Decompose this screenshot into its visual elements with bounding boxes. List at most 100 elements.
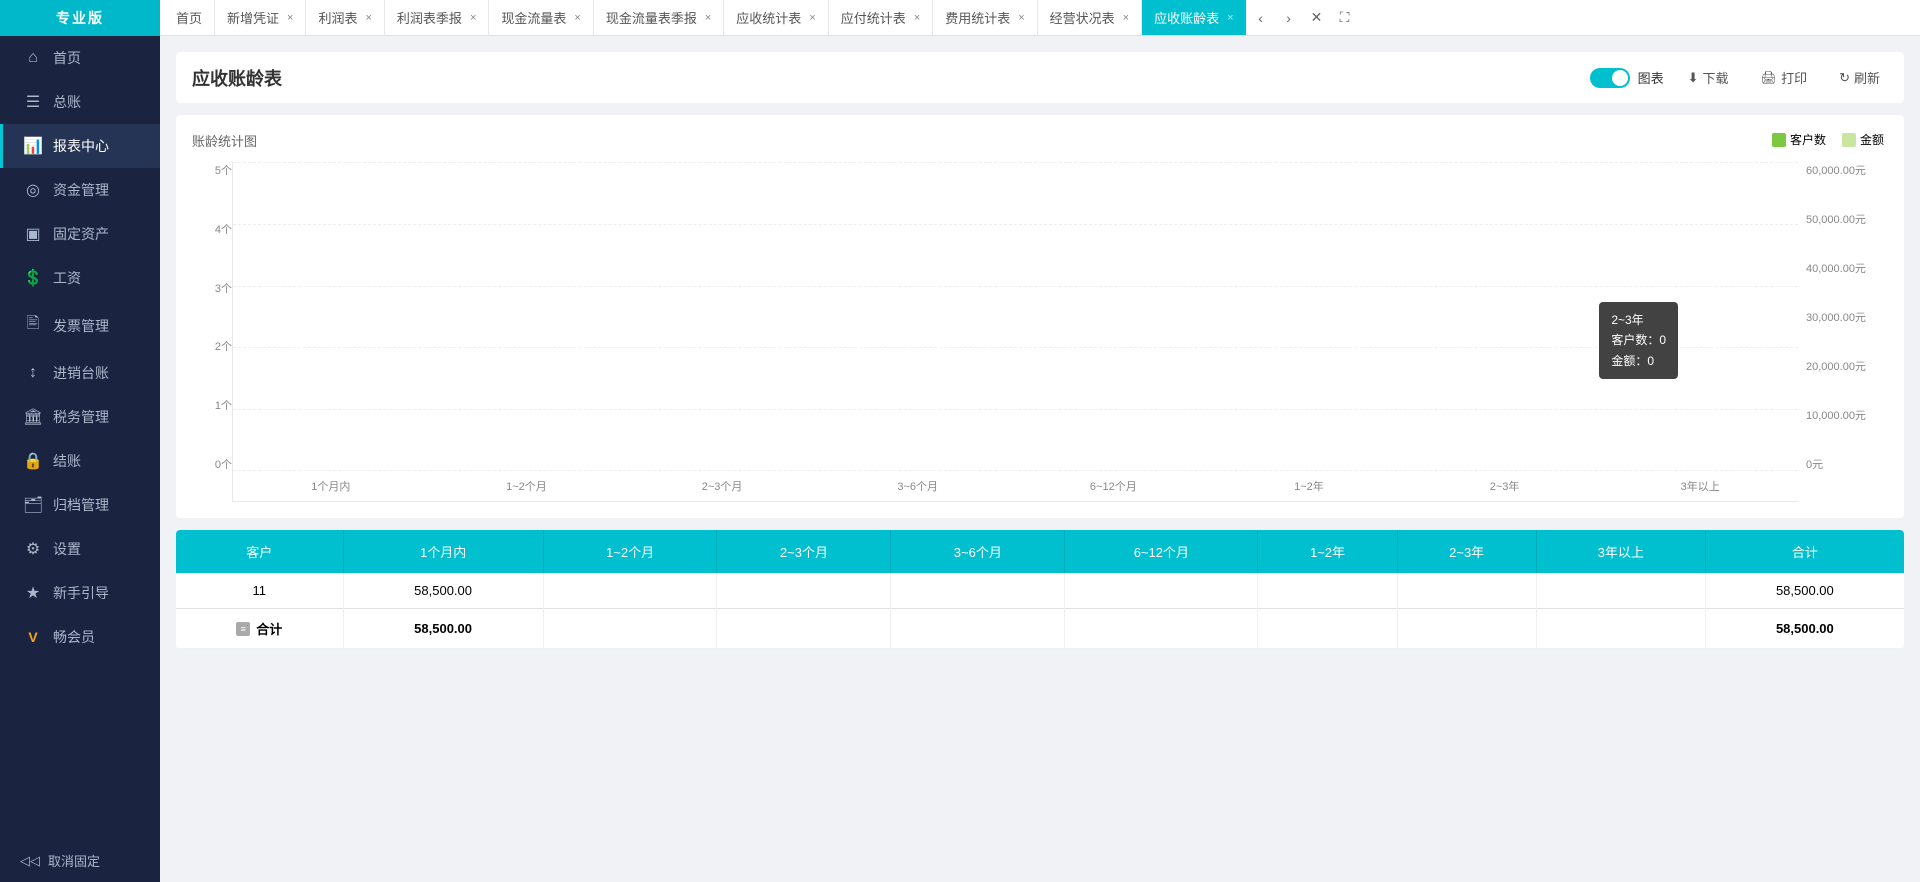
- sidebar-item-fixed[interactable]: ▣ 固定资产: [0, 212, 160, 256]
- sidebar-item-invoice[interactable]: 🖹 发票管理: [0, 300, 160, 351]
- total-m12: [543, 609, 717, 649]
- legend-customers-color: [1772, 133, 1786, 147]
- tab-profit-close[interactable]: ×: [365, 12, 371, 24]
- x-label-4: 6~12个月: [1016, 471, 1212, 501]
- print-button[interactable]: 🖨 打印: [1753, 64, 1816, 91]
- tab-close-all-button[interactable]: ✕: [1303, 4, 1331, 32]
- tab-ar-aging[interactable]: 应收账龄表 ×: [1142, 0, 1246, 36]
- tab-profit-q-close[interactable]: ×: [470, 12, 476, 24]
- settings-icon: ⚙: [23, 539, 43, 559]
- sidebar-item-label: 税务管理: [53, 407, 109, 427]
- sidebar-item-member[interactable]: V 畅会员: [0, 615, 160, 659]
- closing-icon: 🔒: [23, 451, 43, 471]
- refresh-label: 刷新: [1854, 68, 1880, 87]
- sidebar-item-salary[interactable]: 💲 工资: [0, 256, 160, 300]
- sidebar-item-capital[interactable]: ◎ 资金管理: [0, 168, 160, 212]
- total-y23: [1397, 609, 1536, 649]
- invoice-icon: 🖹: [23, 312, 43, 339]
- tab-business-close[interactable]: ×: [1123, 12, 1129, 24]
- sidebar-item-sales[interactable]: ↕ 进销台账: [0, 351, 160, 395]
- refresh-button[interactable]: ↻ 刷新: [1831, 64, 1888, 91]
- chart-plot-area: 1个月内 1~2个月 2~3个月 3~6个月 6~12个月 1~2年 2~3年 …: [232, 162, 1798, 502]
- tab-profit-q[interactable]: 利润表季报 ×: [385, 0, 489, 36]
- main-area: 首页 新增凭证 × 利润表 × 利润表季报 × 现金流量表 × 现金流量表季报 …: [160, 0, 1920, 882]
- tab-expense-close[interactable]: ×: [1018, 12, 1024, 24]
- tab-profit[interactable]: 利润表 ×: [306, 0, 384, 36]
- tab-ar-stat[interactable]: 应收统计表 ×: [724, 0, 828, 36]
- bars-container: [233, 162, 1798, 471]
- header-actions: 图表 ⬇ 下载 🖨 打印 ↻ 刷新: [1590, 64, 1888, 91]
- sidebar-item-label: 设置: [53, 539, 81, 559]
- legend-customers: 客户数: [1772, 131, 1826, 148]
- legend-amount-label: 金额: [1860, 131, 1884, 148]
- tab-expense[interactable]: 费用统计表 ×: [933, 0, 1037, 36]
- tab-voucher-label: 新增凭证: [227, 8, 279, 27]
- x-label-2: 2~3个月: [624, 471, 820, 501]
- salary-icon: 💲: [23, 268, 43, 288]
- toggle-track[interactable]: [1590, 68, 1630, 88]
- cell-y12: [1258, 573, 1397, 609]
- download-label: 下载: [1703, 68, 1729, 87]
- cell-y23: [1397, 573, 1536, 609]
- x-label-7: 3年以上: [1602, 471, 1798, 501]
- sidebar-item-report[interactable]: 📊 报表中心: [0, 124, 160, 168]
- th-y23: 2~3年: [1397, 530, 1536, 573]
- y-right-label-3: 30,000.00元: [1806, 309, 1866, 325]
- y-right-label-1: 10,000.00元: [1806, 407, 1866, 423]
- y-label-5: 5个: [215, 162, 232, 178]
- tab-maximize-button[interactable]: ⛶: [1331, 4, 1359, 32]
- sidebar-item-label: 资金管理: [53, 180, 109, 200]
- app-logo: 专业版: [0, 0, 160, 36]
- y-label-1: 1个: [215, 397, 232, 413]
- tax-icon: 🏛: [23, 407, 43, 427]
- y-axis-left: 5个 4个 3个 2个 1个 0个: [192, 162, 232, 502]
- sidebar-item-guide[interactable]: ★ 新手引导: [0, 571, 160, 615]
- content-area: 应收账龄表 图表 ⬇ 下载 🖨 打印 ↻ 刷新: [160, 36, 1920, 882]
- y-right-label-6: 60,000.00元: [1806, 162, 1866, 178]
- tab-ap-stat-close[interactable]: ×: [914, 12, 920, 24]
- tab-voucher[interactable]: 新增凭证 ×: [215, 0, 306, 36]
- x-axis-labels: 1个月内 1~2个月 2~3个月 3~6个月 6~12个月 1~2年 2~3年 …: [233, 471, 1798, 501]
- sidebar-item-label: 进销台账: [53, 363, 109, 383]
- table-section: 客户 1个月内 1~2个月 2~3个月 3~6个月 6~12个月 1~2年 2~…: [176, 530, 1904, 649]
- download-button[interactable]: ⬇ 下载: [1680, 64, 1737, 91]
- tab-business[interactable]: 经营状况表 ×: [1038, 0, 1142, 36]
- total-label-cell: ≡ 合计: [176, 609, 343, 649]
- tab-ap-stat[interactable]: 应付统计表 ×: [829, 0, 933, 36]
- total-m1: 58,500.00: [343, 609, 543, 649]
- th-total: 合计: [1705, 530, 1904, 573]
- tab-next-button[interactable]: ›: [1275, 4, 1303, 32]
- sidebar-item-ledger[interactable]: ☰ 总账: [0, 80, 160, 124]
- th-y3plus: 3年以上: [1536, 530, 1705, 573]
- y-right-label-4: 40,000.00元: [1806, 260, 1866, 276]
- x-label-5: 1~2年: [1211, 471, 1407, 501]
- chart-toggle[interactable]: 图表: [1590, 68, 1664, 88]
- cell-customer: 11: [176, 573, 343, 609]
- tab-profit-label: 利润表: [318, 8, 357, 27]
- cell-m36: [891, 573, 1065, 609]
- tab-cashflow-q[interactable]: 现金流量表季报 ×: [594, 0, 724, 36]
- sidebar-item-settings[interactable]: ⚙ 设置: [0, 527, 160, 571]
- tab-voucher-close[interactable]: ×: [287, 12, 293, 24]
- tab-ar-stat-close[interactable]: ×: [809, 12, 815, 24]
- tab-cashflow-q-close[interactable]: ×: [705, 12, 711, 24]
- x-label-0: 1个月内: [233, 471, 429, 501]
- tab-prev-button[interactable]: ‹: [1247, 4, 1275, 32]
- sidebar-item-closing[interactable]: 🔒 结账: [0, 439, 160, 483]
- sidebar-item-tax[interactable]: 🏛 税务管理: [0, 395, 160, 439]
- tab-cashflow-q-label: 现金流量表季报: [606, 8, 697, 27]
- report-icon: 📊: [23, 136, 43, 156]
- total-m23: [717, 609, 891, 649]
- th-m1: 1个月内: [343, 530, 543, 573]
- unpin-button[interactable]: ◁◁ 取消固定: [0, 839, 160, 882]
- total-icon: ≡: [236, 622, 250, 636]
- data-table: 客户 1个月内 1~2个月 2~3个月 3~6个月 6~12个月 1~2年 2~…: [176, 530, 1904, 649]
- sidebar-item-archive[interactable]: 🗂 归档管理: [0, 483, 160, 527]
- tab-home[interactable]: 首页: [164, 0, 215, 36]
- tab-cashflow[interactable]: 现金流量表 ×: [489, 0, 593, 36]
- sidebar-item-label: 工资: [53, 268, 81, 288]
- tab-ar-aging-close[interactable]: ×: [1227, 12, 1233, 24]
- chart-container: 5个 4个 3个 2个 1个 0个: [192, 162, 1888, 502]
- sidebar-item-home[interactable]: ⌂ 首页: [0, 36, 160, 80]
- tab-cashflow-close[interactable]: ×: [574, 12, 580, 24]
